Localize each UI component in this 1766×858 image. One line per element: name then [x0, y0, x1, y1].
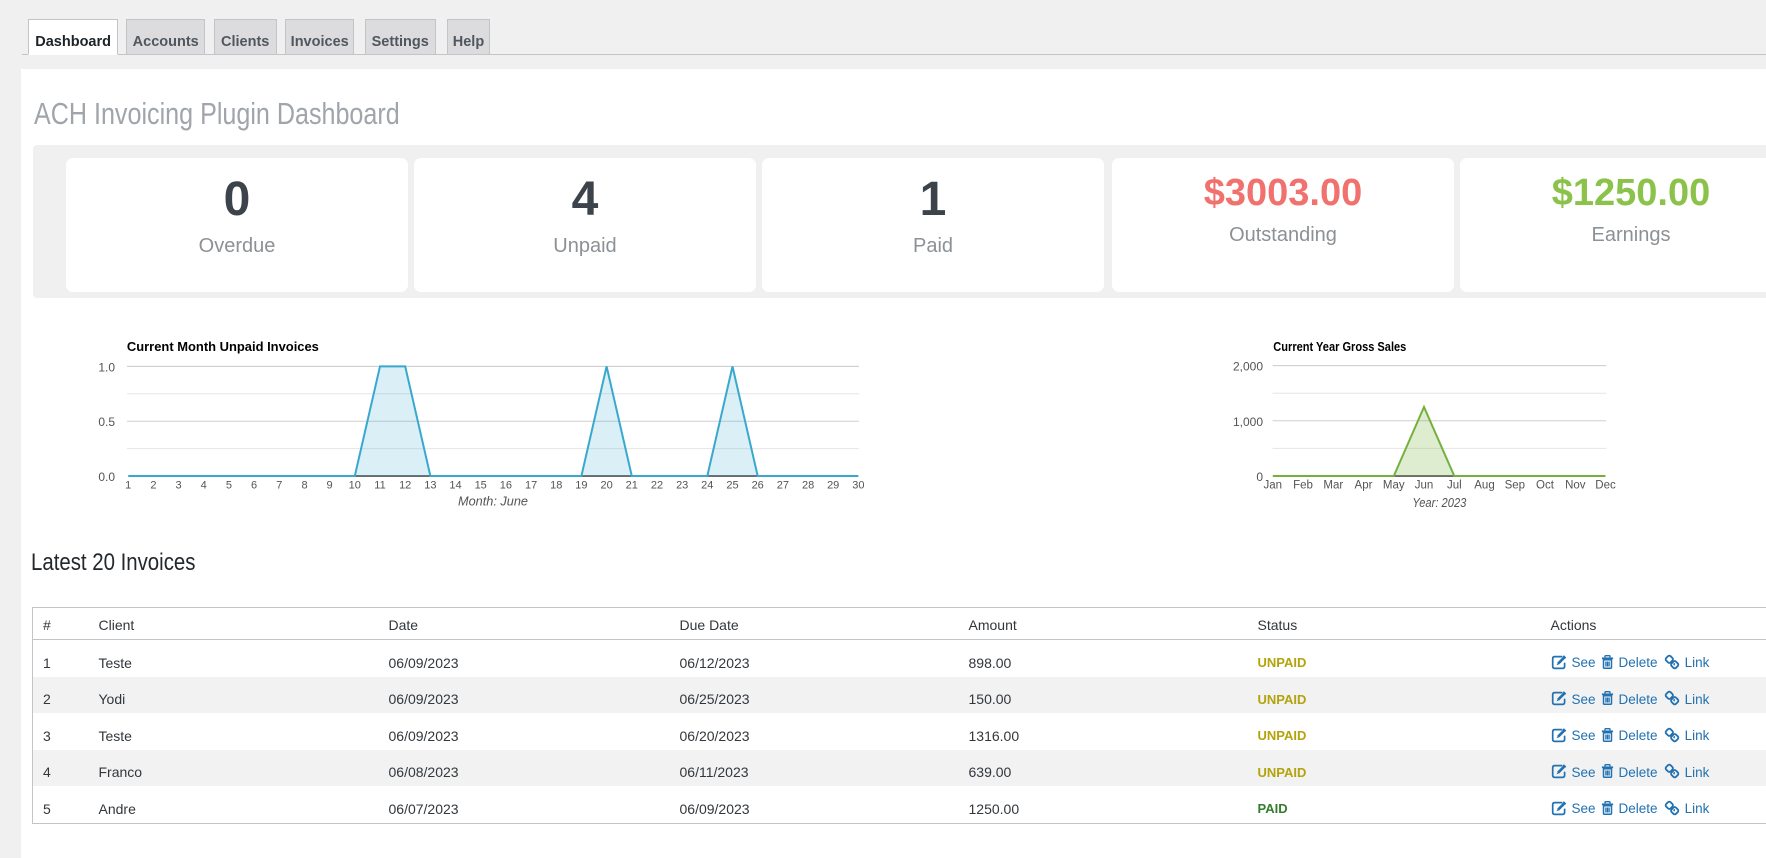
svg-text:2,000: 2,000 — [1233, 360, 1263, 374]
svg-text:Sep: Sep — [1505, 480, 1525, 492]
svg-text:Current Month Unpaid Invoices: Current Month Unpaid Invoices — [127, 340, 319, 354]
svg-text:28: 28 — [802, 479, 814, 491]
svg-text:Dec: Dec — [1595, 480, 1616, 492]
svg-text:23: 23 — [676, 479, 688, 491]
svg-text:1: 1 — [125, 479, 131, 491]
svg-text:4: 4 — [201, 479, 207, 491]
svg-text:Mar: Mar — [1323, 480, 1343, 492]
svg-text:11: 11 — [374, 479, 385, 491]
svg-text:May: May — [1383, 480, 1405, 492]
svg-text:19: 19 — [575, 479, 587, 491]
svg-text:2: 2 — [150, 479, 156, 491]
svg-text:9: 9 — [327, 479, 333, 491]
svg-text:Feb: Feb — [1293, 480, 1313, 492]
svg-text:16: 16 — [500, 479, 512, 491]
svg-text:30: 30 — [852, 479, 864, 491]
svg-text:17: 17 — [525, 479, 537, 491]
svg-text:Jan: Jan — [1264, 480, 1283, 492]
svg-text:1,000: 1,000 — [1233, 415, 1263, 429]
svg-text:7: 7 — [276, 479, 282, 491]
svg-text:29: 29 — [827, 479, 839, 491]
svg-text:0.0: 0.0 — [98, 470, 115, 484]
svg-text:Year: 2023: Year: 2023 — [1412, 495, 1467, 510]
svg-text:27: 27 — [777, 479, 789, 491]
svg-text:0.5: 0.5 — [98, 415, 115, 429]
svg-text:13: 13 — [424, 479, 436, 491]
svg-text:Aug: Aug — [1474, 480, 1494, 492]
svg-text:1.0: 1.0 — [98, 360, 115, 374]
svg-text:Jun: Jun — [1415, 480, 1434, 492]
svg-text:14: 14 — [449, 479, 461, 491]
svg-text:Current Year Gross Sales: Current Year Gross Sales — [1273, 340, 1406, 354]
svg-text:20: 20 — [600, 479, 612, 491]
svg-text:26: 26 — [752, 479, 764, 491]
svg-text:Jul: Jul — [1447, 480, 1462, 492]
svg-text:6: 6 — [251, 479, 257, 491]
svg-text:12: 12 — [399, 479, 411, 491]
svg-text:3: 3 — [176, 479, 182, 491]
svg-text:Month: June: Month: June — [458, 494, 528, 509]
svg-text:Apr: Apr — [1355, 480, 1373, 492]
svg-text:10: 10 — [349, 479, 361, 491]
svg-text:21: 21 — [626, 479, 638, 491]
svg-text:18: 18 — [550, 479, 562, 491]
svg-text:8: 8 — [301, 479, 307, 491]
svg-text:Oct: Oct — [1536, 480, 1555, 492]
svg-text:Nov: Nov — [1565, 480, 1586, 492]
svg-text:22: 22 — [651, 479, 663, 491]
svg-text:15: 15 — [475, 479, 487, 491]
svg-text:24: 24 — [701, 479, 713, 491]
svg-text:25: 25 — [726, 479, 738, 491]
svg-text:5: 5 — [226, 479, 232, 491]
svg-text:0: 0 — [1256, 470, 1263, 484]
